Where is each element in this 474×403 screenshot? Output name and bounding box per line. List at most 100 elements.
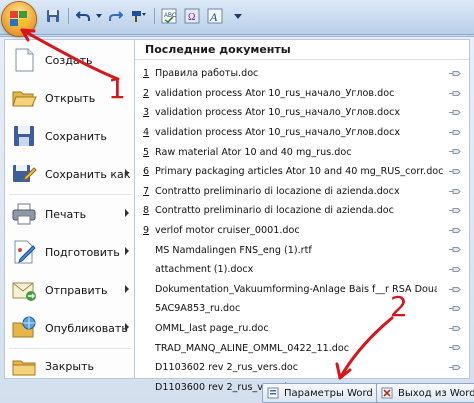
recent-document-item[interactable]: OMML_last page_ru.doc [135, 319, 469, 339]
recent-document-item[interactable]: Dokumentation_Vakuumforming-Anlage Bais … [135, 280, 469, 300]
recent-document-item[interactable]: MS Namdalingen FNS_eng (1).rtf [135, 240, 469, 260]
recent-document-number: 5 [143, 146, 150, 158]
word-options-button[interactable]: Параметры Word [262, 383, 380, 403]
pin-icon[interactable] [449, 246, 461, 253]
recent-document-item[interactable]: TRAD_MANQ_ALINE_OMML_0422_11.doc [135, 338, 469, 358]
pin-icon[interactable] [449, 188, 461, 195]
recent-document-item[interactable]: attachment (1).docx [135, 260, 469, 280]
options-icon [267, 387, 279, 399]
pin-icon[interactable] [449, 129, 461, 136]
recent-document-number: 6 [143, 166, 150, 178]
exit-word-button[interactable]: Выход из Word [376, 383, 474, 403]
office-menu: Создать Открыть Сохранить Сохранить как [0, 36, 474, 403]
menu-open-label: Открыть [45, 91, 96, 105]
printer-icon [11, 201, 37, 227]
recent-document-number: 2 [143, 87, 150, 99]
recent-document-name: Raw material Ator 10 and 40 mg_rus.doc [155, 146, 352, 158]
recent-document-name: validation process Ator 10_rus_начало_Уг… [155, 107, 401, 119]
menu-save-as[interactable]: Сохранить как [5, 156, 135, 192]
pin-icon[interactable] [449, 207, 461, 214]
recent-documents-panel: Последние документы 1 Правила работы.doc 2… [134, 39, 470, 393]
menu-send[interactable]: Отправить [5, 272, 135, 308]
customize-toolbar-icon[interactable] [227, 6, 248, 27]
submenu-arrow-icon [125, 323, 129, 331]
menu-separator [9, 194, 131, 195]
recent-document-number: 1 [143, 68, 150, 80]
svg-text:A: A [209, 10, 218, 24]
menu-save-as-label: Сохранить как [45, 167, 131, 181]
recent-document-name: Primary packaging articles Ator 10 and 4… [155, 166, 444, 178]
spelling-check-icon[interactable]: ABC [158, 6, 179, 27]
recent-document-item[interactable]: 2 validation process Ator 10_rus_начало_У… [135, 84, 469, 104]
menu-publish-label: Опубликовать [45, 321, 128, 335]
recent-document-item[interactable]: 6 Primary packaging articles Ator 10 and … [135, 162, 469, 182]
recent-document-number: 3 [143, 107, 150, 119]
menu-save-label: Сохранить [45, 129, 107, 143]
recent-document-item[interactable]: 5AC9A853_ru.doc [135, 299, 469, 319]
recent-document-item[interactable]: 1 Правила работы.doc [135, 64, 469, 84]
recent-document-name: attachment (1).docx [155, 264, 254, 276]
menu-print-label: Печать [45, 207, 87, 221]
pin-icon[interactable] [449, 227, 461, 234]
menu-open[interactable]: Открыть [5, 80, 135, 116]
pin-icon[interactable] [449, 109, 461, 116]
menu-save[interactable]: Сохранить [5, 118, 135, 154]
menu-prepare[interactable]: Подготовить [5, 234, 135, 270]
recent-document-item[interactable]: 5 Raw material Ator 10 and 40 mg_rus.doc [135, 142, 469, 162]
menu-publish[interactable]: Опубликовать [5, 310, 135, 346]
menu-send-label: Отправить [45, 283, 108, 297]
recent-document-name: TRAD_MANQ_ALINE_OMML_0422_11.doc [155, 342, 349, 354]
recent-document-item[interactable]: 7 Contratto preliminario di locazione di … [135, 182, 469, 202]
office-button[interactable] [2, 2, 36, 36]
office-logo-icon [10, 11, 28, 27]
format-painter-icon[interactable] [128, 6, 149, 27]
text-style-icon[interactable]: A [204, 6, 225, 27]
pin-icon[interactable] [449, 90, 461, 97]
recent-document-number: 9 [143, 225, 150, 237]
menu-prepare-label: Подготовить [45, 245, 120, 259]
toolbar-separator [68, 8, 69, 24]
pin-icon[interactable] [449, 364, 461, 371]
submenu-arrow-icon [125, 169, 129, 177]
publish-icon [11, 315, 37, 341]
svg-text:Ω: Ω [188, 12, 195, 23]
recent-document-name: validation process Ator 10_rus_начало_Уг… [155, 87, 395, 99]
pin-icon[interactable] [449, 305, 461, 312]
menu-print[interactable]: Печать [5, 196, 135, 232]
menu-new-label: Создать [45, 53, 93, 67]
undo-icon[interactable] [72, 6, 93, 27]
recent-document-item[interactable]: 9 verlof motor cruiser_0001.doc [135, 221, 469, 241]
close-folder-icon [11, 353, 37, 379]
pin-icon[interactable] [449, 168, 461, 175]
pin-icon[interactable] [449, 266, 461, 273]
recent-document-item[interactable]: D1103602 rev 2_rus_vers.doc [135, 358, 469, 378]
pin-icon[interactable] [449, 70, 461, 77]
svg-text:ABC: ABC [164, 13, 177, 19]
exit-word-label: Выход из Word [398, 387, 474, 399]
submenu-arrow-icon [125, 209, 129, 217]
redo-icon[interactable] [105, 6, 126, 27]
menu-close[interactable]: Закрыть [5, 348, 135, 384]
recent-document-item[interactable]: 3 validation process Ator 10_rus_начало_У… [135, 103, 469, 123]
word-options-label: Параметры Word [284, 387, 373, 399]
recent-document-name: verlof motor cruiser_0001.doc [155, 225, 300, 237]
recent-document-number: 8 [143, 205, 150, 217]
save-icon [11, 123, 37, 149]
recent-document-item[interactable]: 4 validation process Ator 10_rus_начало_У… [135, 123, 469, 143]
pin-icon[interactable] [449, 148, 461, 155]
pin-icon[interactable] [449, 325, 461, 332]
symbol-icon[interactable]: Ω [181, 6, 202, 27]
prepare-document-icon [11, 239, 37, 265]
quick-access-items: ABC Ω A [42, 5, 250, 27]
recent-document-item[interactable]: 8 Contratto preliminario di locazione di … [135, 201, 469, 221]
save-icon[interactable] [42, 6, 63, 27]
pin-icon[interactable] [449, 286, 461, 293]
recent-documents-list: 1 Правила работы.doc 2 validation process A… [135, 64, 469, 397]
exit-icon [381, 387, 393, 399]
pin-icon[interactable] [449, 344, 461, 351]
recent-document-name: validation process Ator 10_rus_начало_Уг… [155, 127, 401, 139]
menu-new[interactable]: Создать [5, 42, 135, 78]
recent-documents-title: Последние документы [135, 40, 469, 60]
recent-document-name: OMML_last page_ru.doc [155, 323, 269, 335]
undo-dropdown-icon[interactable] [95, 6, 103, 27]
